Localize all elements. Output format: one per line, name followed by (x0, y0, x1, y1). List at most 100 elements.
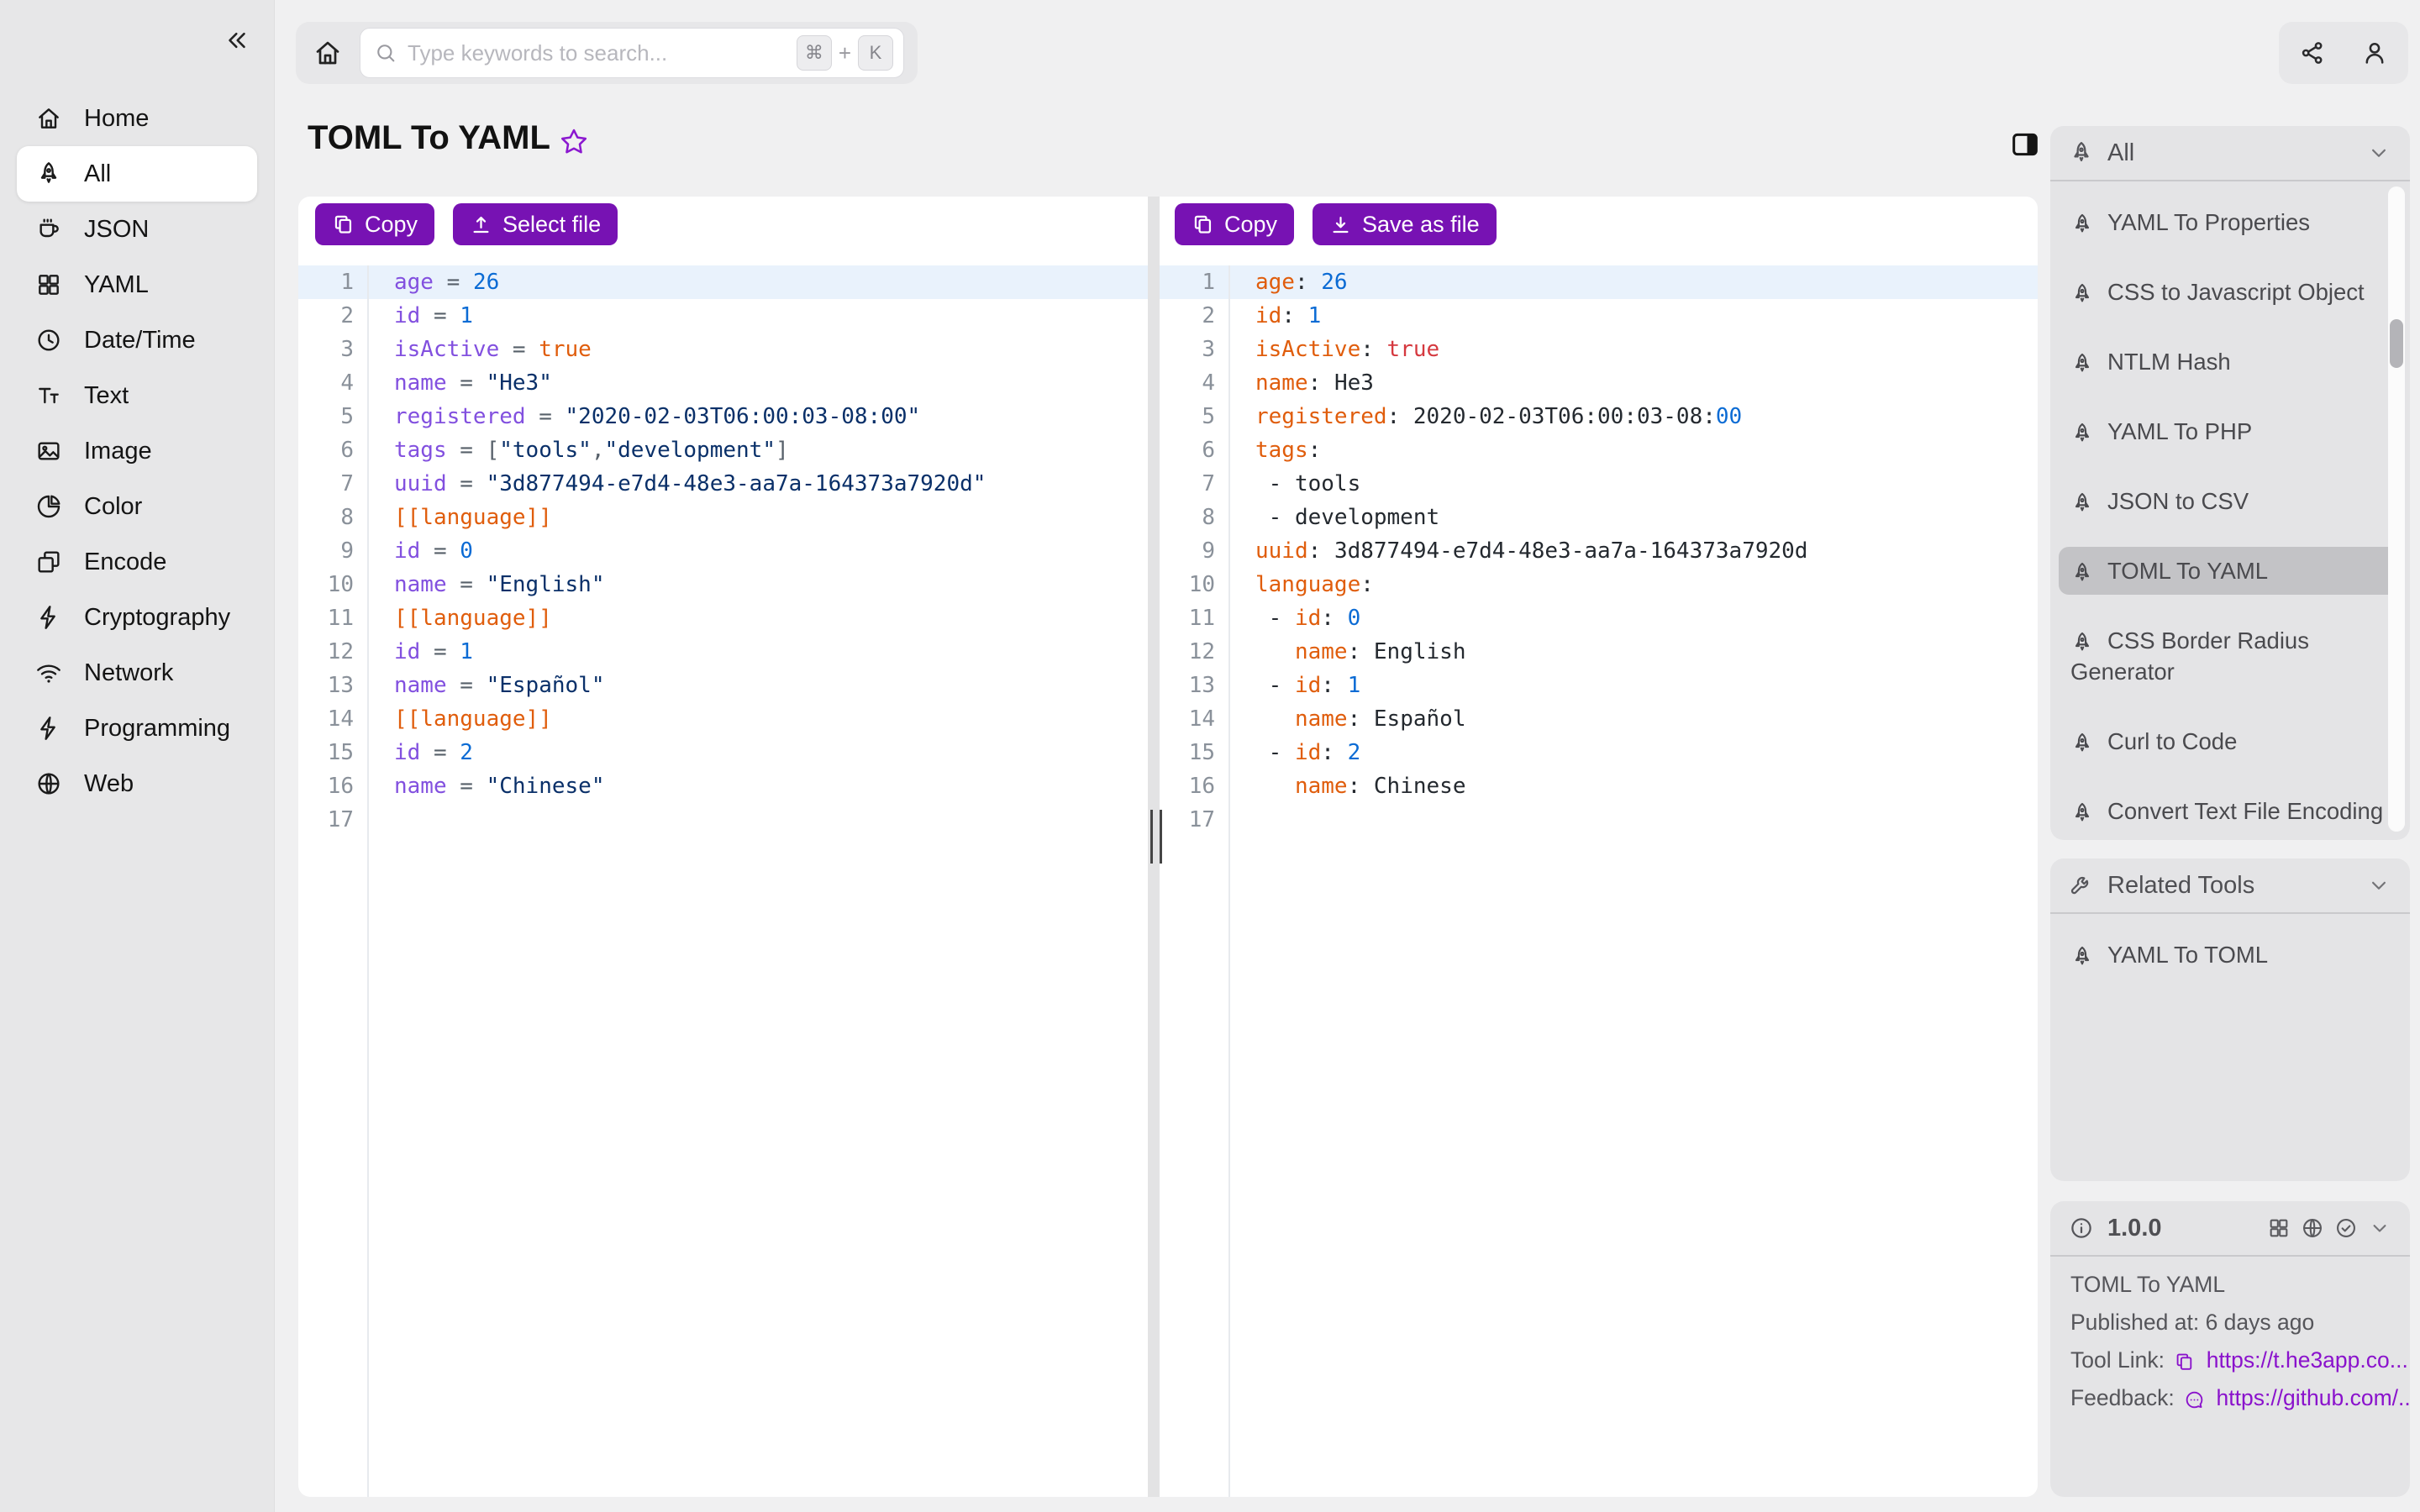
code-line: 5 registered = "2020-02-03T06:00:03-08:00… (298, 400, 1148, 433)
line-content: id: 1 (1255, 303, 1322, 328)
line-number: 8 (1202, 505, 1215, 530)
line-content: name: He3 (1255, 370, 1374, 396)
sidebar-item-web[interactable]: Web (0, 756, 274, 811)
toml-code-editor[interactable]: 1 age = 26 2 id = 1 3 isActive = true 4 name = … (298, 265, 1148, 1497)
share-icon[interactable] (2298, 39, 2327, 67)
code-line: 16 name = "Chinese" (298, 769, 1148, 803)
sidebar-item-all[interactable]: All (17, 146, 257, 202)
code-line: 4 name: He3 (1160, 366, 2038, 400)
globe-icon[interactable] (2301, 1216, 2324, 1240)
tool-item-label: YAML To PHP (2107, 418, 2253, 444)
app-window: Home All JSON YAML Date/Time Text Image Color En… (0, 0, 2420, 1512)
copy-output-button[interactable]: Copy (1175, 203, 1295, 245)
rocket-icon (2070, 631, 2094, 654)
favorite-star-button[interactable] (558, 126, 590, 158)
yaml-code-viewer[interactable]: 1 age: 26 2 id: 1 3 isActive: true 4 name: He3 5… (1160, 265, 2038, 1497)
home-button[interactable] (313, 38, 343, 68)
related-tools-panel: Related Tools YAML To TOML (2050, 858, 2410, 1181)
copy-icon (332, 213, 355, 236)
line-content (369, 803, 394, 837)
line-content: [[language]] (394, 505, 552, 530)
line-content: name: Español (1294, 706, 1466, 732)
pane-splitter-handle[interactable] (1148, 197, 1162, 1497)
tool-item-css-border-radius-generator[interactable]: CSS Border Radius Generator (2059, 617, 2402, 696)
tool-item-yaml-to-php[interactable]: YAML To PHP (2059, 407, 2402, 455)
copy-icon (1192, 213, 1214, 236)
pie-icon (35, 493, 62, 520)
wifi-icon (35, 659, 62, 686)
tool-item-css-to-javascript-object[interactable]: CSS to Javascript Object (2059, 268, 2402, 316)
tool-item-ntlm-hash[interactable]: NTLM Hash (2059, 338, 2402, 386)
line-number: 13 (327, 673, 354, 698)
rocket-icon (2070, 732, 2094, 755)
star-icon (558, 126, 590, 158)
select-file-button[interactable]: Select file (453, 203, 618, 245)
line-content: - id: 2 (1255, 740, 1361, 765)
line-content: registered: 2020-02-03T06:00:03-08:00 (1255, 404, 1743, 429)
sidebar-item-cryptography[interactable]: Cryptography (0, 590, 274, 645)
topbar-actions (2279, 22, 2408, 84)
tool-item-convert-text-file-encoding[interactable]: Convert Text File Encoding (2059, 787, 2402, 835)
code-line: 2 id: 1 (1160, 299, 2038, 333)
code-line: 4 name = "He3" (298, 366, 1148, 400)
line-number: 4 (340, 370, 354, 396)
sidebar-collapse-button[interactable] (218, 22, 255, 59)
gutter-divider (367, 265, 369, 1497)
sidebar-item-date-time[interactable]: Date/Time (0, 312, 274, 368)
tool-item-yaml-to-toml[interactable]: YAML To TOML (2059, 931, 2402, 979)
sidebar-item-home[interactable]: Home (0, 91, 274, 146)
line-number: 11 (1188, 606, 1215, 631)
line-number: 1 (340, 270, 354, 295)
check-circle-icon[interactable] (2334, 1216, 2358, 1240)
line-number: 17 (327, 807, 354, 832)
line-content: [[language]] (394, 706, 552, 732)
user-icon[interactable] (2360, 39, 2389, 67)
rocket-icon (2070, 491, 2094, 515)
sidebar-item-network[interactable]: Network (0, 645, 274, 701)
sidebar-item-label: Image (84, 437, 152, 465)
related-tools-header[interactable]: Related Tools (2050, 858, 2410, 914)
code-line: 12 id = 1 (298, 635, 1148, 669)
rocket-icon (2070, 282, 2094, 306)
line-content: name = "Chinese" (394, 774, 605, 799)
tool-item-json-to-csv[interactable]: JSON to CSV (2059, 477, 2402, 525)
all-tools-header-label: All (2107, 139, 2135, 166)
all-tools-header[interactable]: All (2050, 126, 2410, 181)
search-input[interactable]: Type keywords to search... ⌘ + K (360, 28, 904, 78)
grid-icon[interactable] (2267, 1216, 2291, 1240)
copy-button-label: Copy (365, 211, 418, 237)
code-line: 15 id = 2 (298, 736, 1148, 769)
tool-info-published: Published at: 6 days ago (2070, 1310, 2315, 1335)
sidebar-item-label: Home (84, 104, 150, 132)
line-content: age = 26 (394, 270, 500, 295)
tool-item-yaml-to-properties[interactable]: YAML To Properties (2059, 198, 2402, 246)
sidebar-item-yaml[interactable]: YAML (0, 257, 274, 312)
scrollbar-thumb[interactable] (2390, 319, 2403, 368)
tool-version: 1.0.0 (2107, 1214, 2162, 1242)
rocket-icon (2070, 213, 2094, 236)
sidebar-item-image[interactable]: Image (0, 423, 274, 479)
code-line: 16 name: Chinese (1160, 769, 2038, 803)
right-panel-toggle-button[interactable] (2008, 128, 2042, 161)
copy-input-button[interactable]: Copy (315, 203, 435, 245)
sidebar-item-text[interactable]: Text (0, 368, 274, 423)
sidebar-item-programming[interactable]: Programming (0, 701, 274, 756)
tool-item-curl-to-code[interactable]: Curl to Code (2059, 717, 2402, 765)
chevron-down-icon[interactable] (2368, 1216, 2391, 1240)
sidebar-item-label: All (84, 160, 112, 187)
tool-item-label: CSS Border Radius Generator (2070, 627, 2309, 685)
search-icon (374, 41, 397, 65)
scrollbar-track[interactable] (2388, 186, 2405, 832)
rocket-icon (2069, 140, 2094, 165)
tool-link[interactable]: https://t.he3app.co... (2207, 1347, 2408, 1373)
line-number: 7 (1202, 471, 1215, 496)
sidebar-item-encode[interactable]: Encode (0, 534, 274, 590)
save-as-file-button[interactable]: Save as file (1313, 203, 1497, 245)
sidebar-item-color[interactable]: Color (0, 479, 274, 534)
home-icon (35, 105, 62, 132)
sidebar-item-json[interactable]: JSON (0, 202, 274, 257)
tool-item-toml-to-yaml[interactable]: TOML To YAML (2059, 547, 2402, 595)
all-tools-panel: All YAML To Properties CSS to Javascript … (2050, 126, 2410, 840)
tool-item-label: TOML To YAML (2107, 558, 2269, 584)
feedback-link[interactable]: https://github.com/... (2217, 1385, 2411, 1410)
